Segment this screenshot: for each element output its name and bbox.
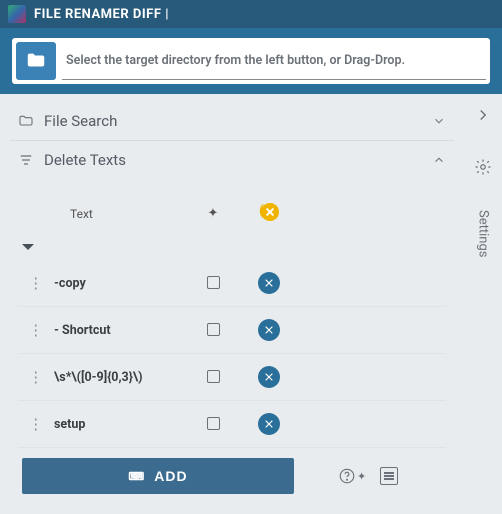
settings-button[interactable] xyxy=(474,158,492,180)
table-header: Text ✦ ( xyxy=(18,197,446,238)
delete-texts-content: Text ✦ ( ⋮-copy⋮- Shortcut⋮\s*\([0-9]{0,… xyxy=(10,179,454,502)
choose-folder-button[interactable] xyxy=(16,42,56,80)
title-cursor: | xyxy=(165,7,169,22)
folder-icon xyxy=(25,50,47,72)
table-row: ⋮setup xyxy=(18,401,446,448)
list-icon[interactable] xyxy=(380,467,398,485)
table-row: ⋮\s*\([0-9]{0,3}\) xyxy=(18,354,446,401)
table-body: ⋮-copy⋮- Shortcut⋮\s*\([0-9]{0,3}\)⋮setu… xyxy=(18,260,446,448)
drag-handle[interactable]: ⋮ xyxy=(22,368,50,386)
add-button-label: ADD xyxy=(154,468,187,484)
drag-handle[interactable]: ⋮ xyxy=(22,415,50,433)
body: File Search Delete Texts Text ✦ ( ⋮-copy… xyxy=(0,94,502,514)
delete-texts-title: Delete Texts xyxy=(44,151,422,169)
delete-row-button[interactable] xyxy=(258,413,280,435)
delete-texts-header[interactable]: Delete Texts xyxy=(10,141,454,179)
directory-input-row: Select the target directory from the lef… xyxy=(12,38,490,84)
regex-checkbox[interactable] xyxy=(207,370,220,383)
file-search-header[interactable]: File Search xyxy=(10,102,454,140)
table-row: ⋮-copy xyxy=(18,260,446,307)
delete-row-button[interactable] xyxy=(258,366,280,388)
file-search-title: File Search xyxy=(44,112,422,130)
add-button[interactable]: ⌨ ADD xyxy=(22,458,294,494)
chevron-right-icon xyxy=(474,106,492,124)
regex-checkbox[interactable] xyxy=(207,276,220,289)
main: File Search Delete Texts Text ✦ ( ⋮-copy… xyxy=(0,94,464,514)
delete-row-button[interactable] xyxy=(258,272,280,294)
drag-handle[interactable]: ⋮ xyxy=(22,321,50,339)
delete-row-button[interactable] xyxy=(258,319,280,341)
collapse-arrow[interactable] xyxy=(22,244,34,250)
row-text[interactable]: -copy xyxy=(50,276,185,291)
expand-right-button[interactable] xyxy=(474,106,492,128)
gear-icon xyxy=(474,158,492,176)
section-file-search: File Search xyxy=(10,102,454,141)
folder-outline-icon xyxy=(18,113,34,129)
row-text[interactable]: - Shortcut xyxy=(50,323,185,338)
footer: ⌨ ADD ✦ xyxy=(18,448,446,494)
regex-checkbox[interactable] xyxy=(207,417,220,430)
footer-icons: ✦ xyxy=(338,467,398,485)
directory-bar: Select the target directory from the lef… xyxy=(0,28,502,94)
regex-checkbox[interactable] xyxy=(207,323,220,336)
col-header-delete[interactable]: ( xyxy=(241,203,297,224)
chevron-down-icon xyxy=(432,114,446,128)
directory-placeholder[interactable]: Select the target directory from the lef… xyxy=(62,42,486,80)
app-title: FILE RENAMER DIFF xyxy=(34,7,161,22)
side-panel: Settings xyxy=(464,94,502,514)
row-text[interactable]: \s*\([0-9]{0,3}\) xyxy=(50,370,185,385)
drag-handle[interactable]: ⋮ xyxy=(22,274,50,292)
sparkle-icon: ✦ xyxy=(208,206,219,221)
table-row: ⋮- Shortcut xyxy=(18,307,446,354)
help-icon[interactable]: ✦ xyxy=(338,467,366,485)
filter-icon xyxy=(18,152,34,168)
settings-label: Settings xyxy=(476,210,491,257)
yellow-close-icon xyxy=(261,203,279,221)
section-delete-texts: Delete Texts Text ✦ ( ⋮-copy⋮- Shortcut⋮… xyxy=(10,141,454,502)
app-icon xyxy=(8,5,26,23)
keyboard-icon: ⌨ xyxy=(128,470,144,483)
title-bar: FILE RENAMER DIFF | xyxy=(0,0,502,28)
col-header-regex[interactable]: ✦ xyxy=(185,206,241,221)
chevron-up-icon xyxy=(432,153,446,167)
row-text[interactable]: setup xyxy=(50,417,185,432)
col-header-text: Text xyxy=(50,207,185,221)
